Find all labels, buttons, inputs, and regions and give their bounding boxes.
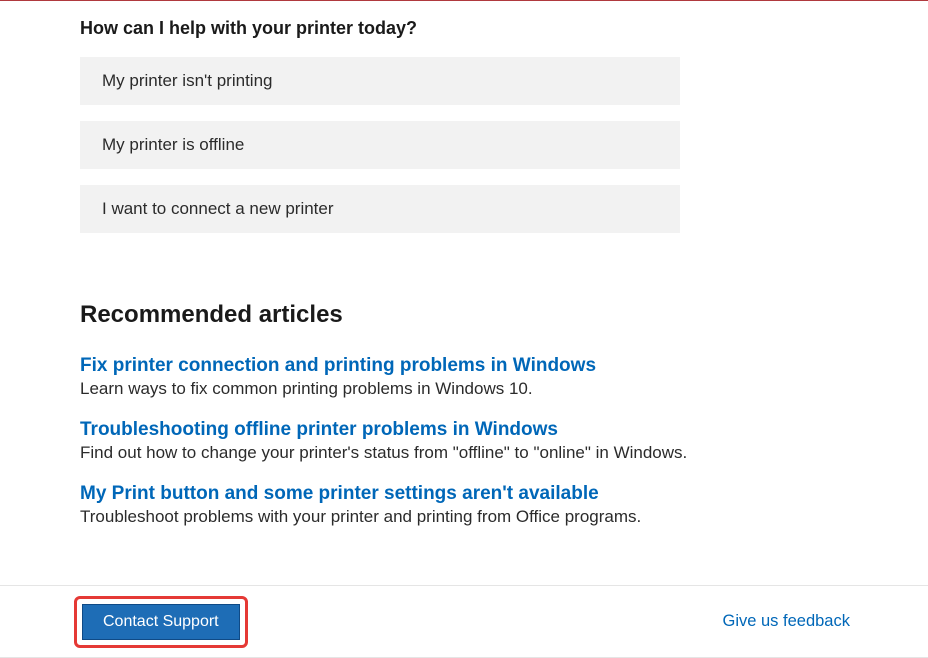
article-item: Troubleshooting offline printer problems… bbox=[80, 419, 848, 463]
article-item: My Print button and some printer setting… bbox=[80, 483, 848, 527]
contact-support-button[interactable]: Contact Support bbox=[82, 604, 240, 640]
main-content: How can I help with your printer today? … bbox=[0, 0, 928, 527]
recommended-heading: Recommended articles bbox=[80, 301, 848, 329]
article-item: Fix printer connection and printing prob… bbox=[80, 355, 848, 399]
article-link-fix-connection[interactable]: Fix printer connection and printing prob… bbox=[80, 355, 596, 377]
recommended-articles-section: Recommended articles Fix printer connect… bbox=[80, 301, 848, 527]
article-link-print-button[interactable]: My Print button and some printer setting… bbox=[80, 483, 599, 505]
article-link-offline-troubleshoot[interactable]: Troubleshooting offline printer problems… bbox=[80, 419, 558, 441]
top-border bbox=[0, 0, 928, 1]
option-printer-offline[interactable]: My printer is offline bbox=[80, 121, 680, 169]
contact-support-highlight: Contact Support bbox=[74, 596, 248, 648]
give-feedback-link[interactable]: Give us feedback bbox=[723, 612, 851, 631]
article-desc: Learn ways to fix common printing proble… bbox=[80, 379, 848, 399]
footer-bar: Contact Support Give us feedback bbox=[0, 585, 928, 658]
option-connect-new-printer[interactable]: I want to connect a new printer bbox=[80, 185, 680, 233]
option-printer-not-printing[interactable]: My printer isn't printing bbox=[80, 57, 680, 105]
article-desc: Find out how to change your printer's st… bbox=[80, 443, 848, 463]
article-desc: Troubleshoot problems with your printer … bbox=[80, 507, 848, 527]
question-heading: How can I help with your printer today? bbox=[80, 18, 848, 39]
